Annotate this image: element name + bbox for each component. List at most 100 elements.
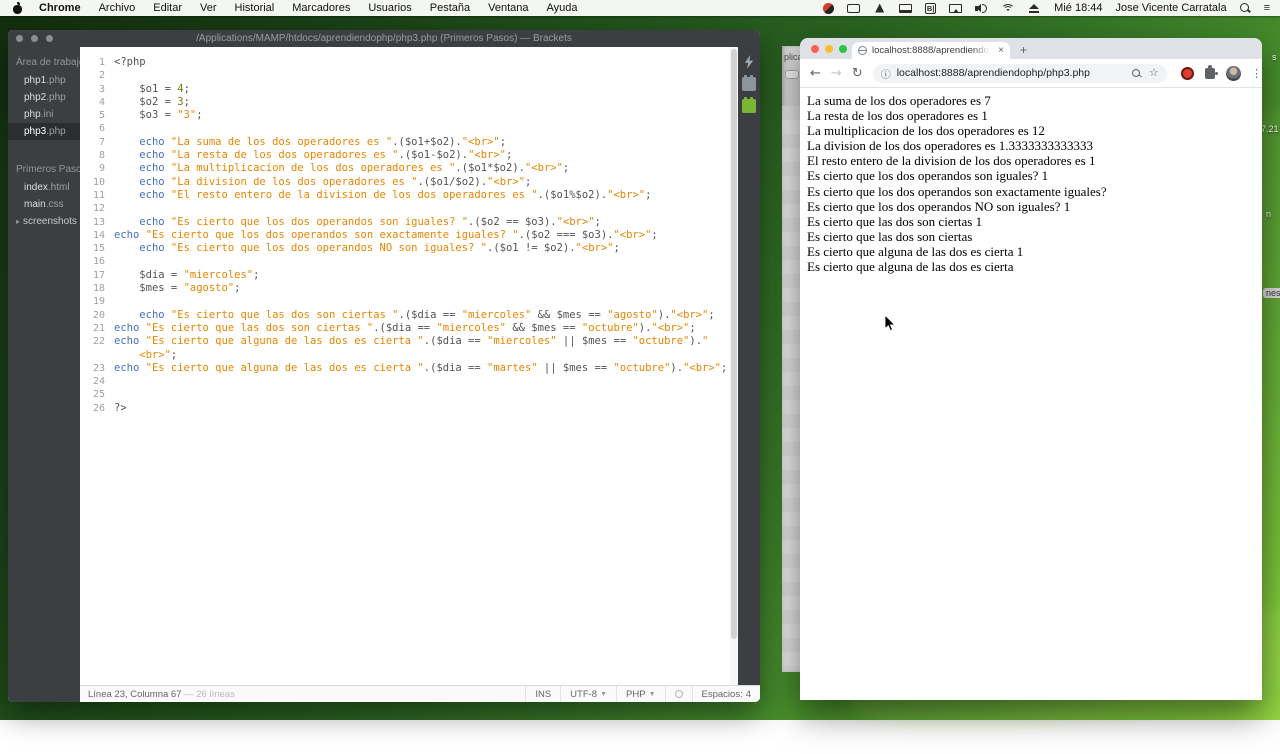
reload-icon[interactable]: ↻ <box>852 66 863 81</box>
working-file-php3[interactable]: php3.php <box>8 123 80 140</box>
minimize-window-icon[interactable] <box>825 45 833 53</box>
working-file-php2[interactable]: php2.php <box>8 89 80 106</box>
extensions-puzzle-icon[interactable] <box>1205 68 1216 79</box>
menu-chrome[interactable]: Chrome <box>37 0 90 16</box>
chrome-menu-kebab-icon[interactable]: ⋮ <box>1251 67 1262 80</box>
eject-icon[interactable] <box>1028 3 1041 14</box>
desktop-icon-label[interactable]: nes <box>1263 288 1280 298</box>
code-line[interactable]: 19 <box>80 295 730 308</box>
encoding-select[interactable]: UTF-8▼ <box>560 686 616 702</box>
browser-viewport[interactable]: La suma de los dos operadores es 7La res… <box>800 88 1262 700</box>
adblock-extension-icon[interactable] <box>1181 67 1194 80</box>
working-file-php[interactable]: php.ini <box>8 106 80 123</box>
new-tab-button[interactable]: + <box>1020 44 1027 56</box>
code-line[interactable]: 6 <box>80 122 730 135</box>
menu-historial[interactable]: Historial <box>226 0 284 16</box>
code-line[interactable]: 10 echo "La division de los dos operador… <box>80 176 730 189</box>
background-window-edge[interactable]: plicac <box>782 46 800 672</box>
close-window-icon[interactable] <box>811 45 819 53</box>
url-text[interactable]: localhost:8888/aprendiendophp/php3.php <box>897 67 1132 79</box>
code-line[interactable]: 15 echo "Es cierto que los dos operandos… <box>80 242 730 255</box>
code-line[interactable]: 23echo "Es cierto que alguna de las dos … <box>80 362 730 375</box>
code-line[interactable]: 12 <box>80 202 730 215</box>
code-line[interactable]: 17 $dia = "miercoles"; <box>80 269 730 282</box>
menu-ayuda[interactable]: Ayuda <box>537 0 586 16</box>
working-file-php1[interactable]: php1.php <box>8 72 80 89</box>
output-line: La division de los dos operadores es 1.3… <box>807 138 1262 153</box>
airplay-icon[interactable] <box>949 4 962 13</box>
editor-scrollbar[interactable] <box>730 47 738 685</box>
code-line[interactable]: 5 $o3 = "3"; <box>80 109 730 122</box>
menu-archivo[interactable]: Archivo <box>90 0 145 16</box>
project-folder-screenshots[interactable]: ▸screenshots <box>8 213 80 230</box>
notification-center-icon[interactable]: ≡ <box>1264 3 1270 14</box>
brackets-title-bar[interactable]: /Applications/MAMP/htdocs/aprendiendophp… <box>8 30 760 47</box>
project-name-label[interactable]: Primeros Pasos <box>8 154 80 179</box>
code-line[interactable]: 22echo "Es cierto que alguna de las dos … <box>80 335 730 348</box>
code-line[interactable]: 26?> <box>80 402 730 415</box>
extension-brick-green-icon[interactable] <box>742 99 756 113</box>
profile-avatar[interactable] <box>1226 66 1241 81</box>
back-icon[interactable]: ← <box>810 66 821 81</box>
editor-scrollbar-thumb[interactable] <box>731 49 737 639</box>
forward-icon[interactable]: → <box>831 66 842 81</box>
code-line[interactable]: <br>"; <box>80 349 730 362</box>
extension-brick-icon[interactable] <box>742 77 756 91</box>
assistant-icon[interactable] <box>875 4 884 13</box>
wifi-icon[interactable] <box>1001 3 1015 14</box>
code-line[interactable]: 8 echo "La resta de los dos operadores e… <box>80 149 730 162</box>
desktop-icon-label[interactable]: s <box>1272 52 1277 62</box>
line-number: 9 <box>80 162 114 175</box>
desktop-icon-label[interactable]: n <box>1266 209 1271 219</box>
line-number: 20 <box>80 309 114 322</box>
volume-icon[interactable] <box>975 3 988 14</box>
code-line[interactable]: 16 <box>80 255 730 268</box>
code-line[interactable]: 21echo "Es cierto que las dos son cierta… <box>80 322 730 335</box>
code-line[interactable]: 14echo "Es cierto que los dos operandos … <box>80 229 730 242</box>
language-select[interactable]: PHP▼ <box>616 686 664 702</box>
code-line[interactable]: 11 echo "El resto entero de la division … <box>80 189 730 202</box>
bootcamp-icon[interactable]: B| <box>925 3 936 14</box>
browser-tab[interactable]: localhost:8888/aprendiendoph × <box>852 42 1010 59</box>
apple-menu-icon[interactable] <box>12 3 23 14</box>
code-editor[interactable]: 1<?php23 $o1 = 4;4 $o2 = 3;5 $o3 = "3";6… <box>80 47 738 685</box>
code-line[interactable]: 4 $o2 = 3; <box>80 96 730 109</box>
code-line[interactable]: 20 echo "Es cierto que las dos son ciert… <box>80 309 730 322</box>
code-line[interactable]: 18 $mes = "agosto"; <box>80 282 730 295</box>
spotlight-search-icon[interactable] <box>1240 3 1251 14</box>
project-file-index[interactable]: index.html <box>8 179 80 196</box>
cursor-position-status[interactable]: Línea 23, Columna 67 <box>88 689 181 700</box>
menu-ver[interactable]: Ver <box>191 0 226 16</box>
code-line[interactable]: 13 echo "Es cierto que los dos operandos… <box>80 216 730 229</box>
code-line[interactable]: 7 echo "La suma de los dos operadores es… <box>80 136 730 149</box>
site-info-icon[interactable]: ⓘ <box>881 66 891 81</box>
menu-user-name[interactable]: Jose Vicente Carratala <box>1115 2 1226 14</box>
menu-marcadores[interactable]: Marcadores <box>283 0 359 16</box>
menu-clock[interactable]: Mié 18:44 <box>1054 2 1102 14</box>
lint-status-icon[interactable] <box>665 686 692 702</box>
code-line[interactable]: 3 $o1 = 4; <box>80 83 730 96</box>
display-icon[interactable] <box>847 4 860 13</box>
tab-close-icon[interactable]: × <box>998 46 1004 56</box>
code-line[interactable]: 24 <box>80 375 730 388</box>
code-line[interactable]: 25 <box>80 388 730 401</box>
project-file-main[interactable]: main.css <box>8 196 80 213</box>
line-number: 4 <box>80 96 114 109</box>
menu-usuarios[interactable]: Usuarios <box>359 0 420 16</box>
address-bar[interactable]: ⓘ localhost:8888/aprendiendophp/php3.php… <box>873 64 1167 83</box>
keyboard-icon[interactable] <box>899 4 912 13</box>
code-line[interactable]: 9 echo "La multiplicacion de los dos ope… <box>80 162 730 175</box>
code-line[interactable]: 1<?php <box>80 56 730 69</box>
page-zoom-icon[interactable] <box>1132 69 1141 78</box>
code-line[interactable]: 2 <box>80 69 730 82</box>
zoom-window-icon[interactable] <box>839 45 847 53</box>
live-preview-bolt-icon[interactable] <box>742 55 756 69</box>
menu-ventana[interactable]: Ventana <box>479 0 537 16</box>
menu-pestaña[interactable]: Pestaña <box>421 0 479 16</box>
record-icon[interactable] <box>823 3 834 14</box>
insert-mode-toggle[interactable]: INS <box>525 686 560 702</box>
bookmark-star-icon[interactable]: ☆ <box>1149 68 1159 79</box>
indent-setting[interactable]: Espacios: 4 <box>692 686 760 702</box>
menu-editar[interactable]: Editar <box>144 0 191 16</box>
desktop-icon-label[interactable]: 7.21 <box>1261 124 1279 134</box>
